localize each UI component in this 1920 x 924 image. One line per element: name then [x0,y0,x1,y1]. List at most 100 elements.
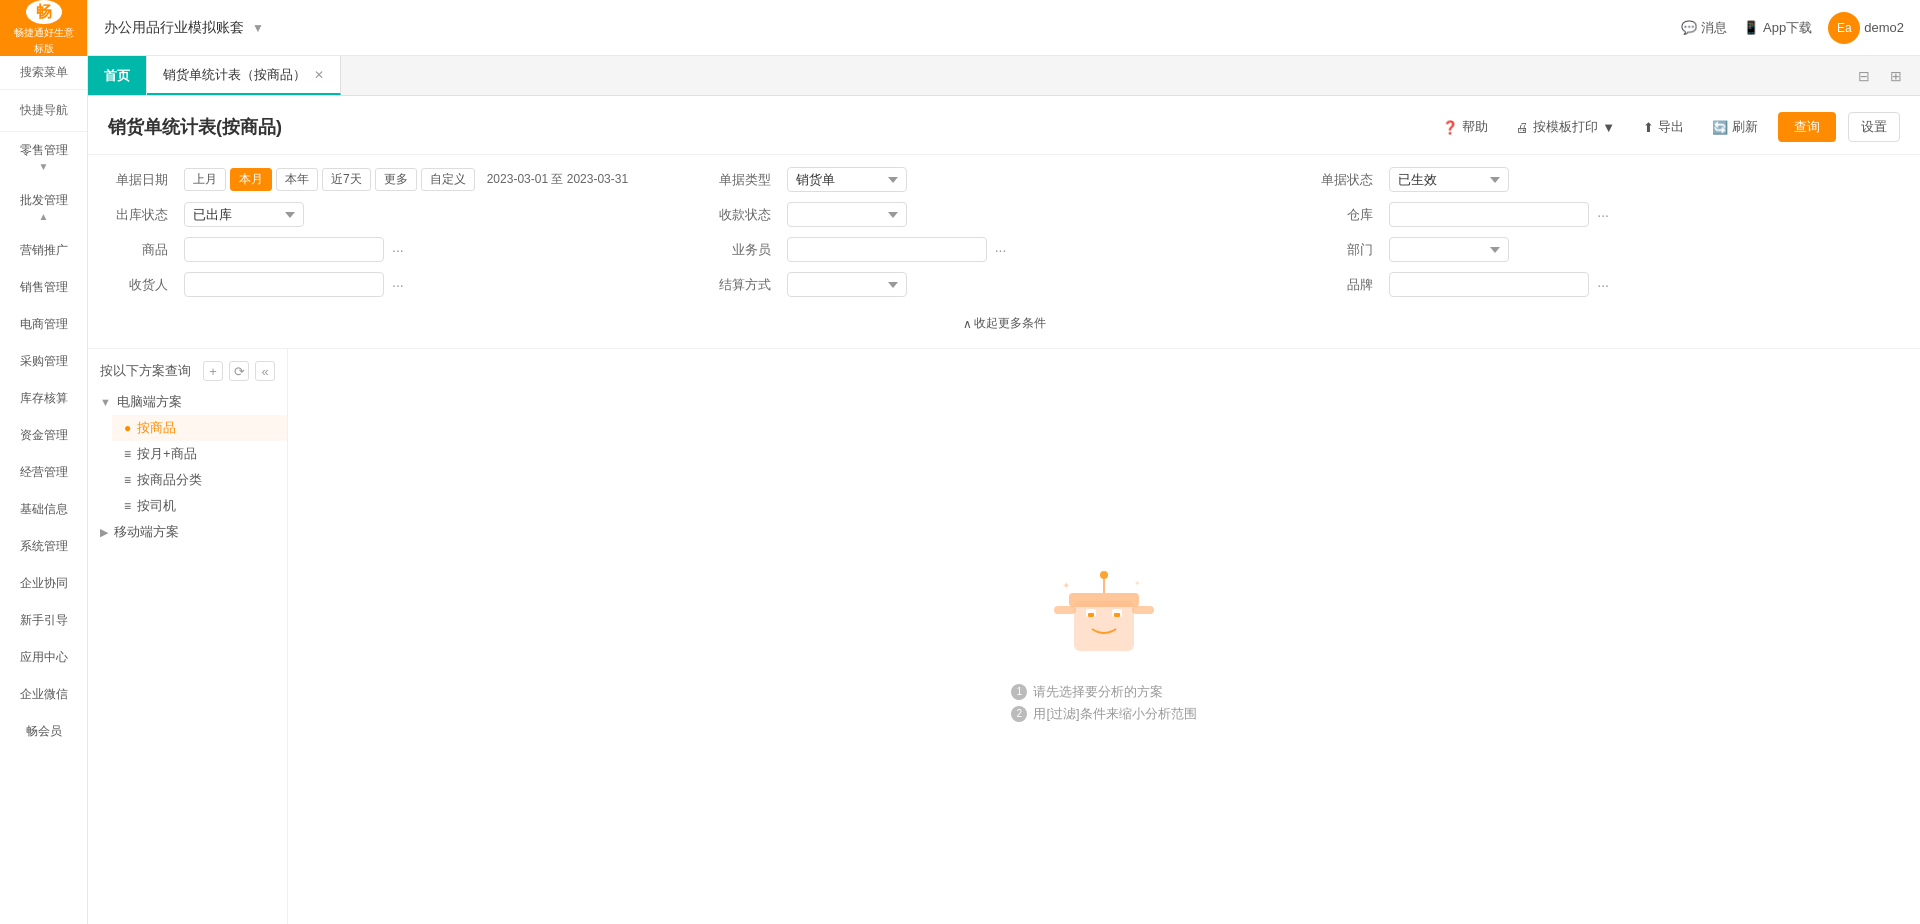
logo-char: 畅 [36,2,52,23]
tab-maximize-btn[interactable]: ⊞ [1884,64,1908,88]
out-status-select[interactable]: 已出库 [184,202,304,227]
help-btn[interactable]: ❓ 帮助 [1434,114,1496,140]
goods-more-icon[interactable]: ··· [392,242,404,258]
tree-group-mobile[interactable]: ▶ 移动端方案 [88,519,287,545]
sidebar-item-appcenter[interactable]: 应用中心 [0,639,87,676]
settings-btn[interactable]: 设置 [1848,112,1900,142]
tab-expand-area: ⊟ ⊞ [1840,56,1920,95]
tab-report[interactable]: 销货单统计表（按商品） ✕ [147,56,341,95]
tree-group-pc[interactable]: ▼ 电脑端方案 [88,389,287,415]
scheme-collapse-btn[interactable]: « [255,361,275,381]
type-select[interactable]: 销货单 [787,167,907,192]
staff-control: ··· [787,237,1298,262]
tab-close-icon[interactable]: ✕ [314,68,324,82]
sidebar-item-operations[interactable]: 经营管理 [0,454,87,491]
app-download-label: App下载 [1763,19,1812,37]
retail-arrow: ▼ [39,161,49,172]
staff-more-icon[interactable]: ··· [995,242,1007,258]
receipt-status-select[interactable] [787,202,907,227]
robot-svg: ✦ ✦ [1044,551,1164,671]
user-avatar-btn[interactable]: Ea demo2 [1828,12,1904,44]
tab-home[interactable]: 首页 [88,56,147,95]
warehouse-input[interactable] [1389,202,1589,227]
consignee-control: ··· [184,272,695,297]
date-btn-custom[interactable]: 自定义 [421,168,475,191]
sidebar-item-corpwechat[interactable]: 企业微信 [0,676,87,713]
sidebar-search-section: 搜索菜单 [0,56,87,90]
app-download-btn[interactable]: 📱 App下载 [1743,19,1812,37]
status-select[interactable]: 已生效 [1389,167,1509,192]
svg-rect-0 [1074,601,1134,651]
sidebar-item-system[interactable]: 系统管理 [0,528,87,565]
date-btn-7days[interactable]: 近7天 [322,168,371,191]
date-btn-thisyear[interactable]: 本年 [276,168,318,191]
sidebar-item-sales[interactable]: 销售管理 [0,269,87,306]
scheme-add-btn[interactable]: + [203,361,223,381]
brand-input[interactable] [1389,272,1589,297]
sidebar-item-enterprise[interactable]: 企业协同 [0,565,87,602]
sidebar-item-newbie[interactable]: 新手引导 [0,602,87,639]
enterprise-label: 企业协同 [20,575,68,592]
inventory-label: 库存核算 [20,390,68,407]
svg-rect-6 [1054,606,1076,614]
date-control: 上月 本月 本年 近7天 更多 自定义 2023-03-01 至 2023-03… [184,168,695,191]
active-icon: ● [124,421,131,435]
tree-item-by-month-goods[interactable]: ≡ 按月+商品 [112,441,287,467]
export-btn[interactable]: ⬆ 导出 [1635,114,1692,140]
dept-control [1389,237,1900,262]
consignee-label: 收货人 [108,276,168,294]
consignee-input[interactable] [184,272,384,297]
collapse-btn[interactable]: ∧ 收起更多条件 [963,315,1046,332]
dept-select[interactable] [1389,237,1509,262]
sidebar-item-ecommerce[interactable]: 电商管理 [0,306,87,343]
date-btn-thismonth[interactable]: 本月 [230,168,272,191]
empty-illustration: ✦ ✦ [1044,551,1164,671]
sales-label: 销售管理 [20,279,68,296]
pc-group-label: 电脑端方案 [117,393,182,411]
workspace-dropdown-icon[interactable]: ▼ [252,21,264,35]
scheme-refresh-btn[interactable]: ⟳ [229,361,249,381]
tree-item-by-goods[interactable]: ● 按商品 [112,415,287,441]
category-icon: ≡ [124,473,131,487]
tree-item-by-driver[interactable]: ≡ 按司机 [112,493,287,519]
quicknav-label[interactable]: 快捷导航 [0,96,87,125]
print-dropdown-icon: ▼ [1602,120,1615,135]
empty-text: 1 请先选择要分析的方案 2 用[过滤]条件来缩小分析范围 [1011,683,1196,723]
sidebar-item-finance[interactable]: 资金管理 [0,417,87,454]
svg-rect-7 [1132,606,1154,614]
date-btn-more[interactable]: 更多 [375,168,417,191]
mobile-group-arrow: ▶ [100,526,108,539]
sidebar-item-purchase[interactable]: 采购管理 [0,343,87,380]
sidebar-item-marketing[interactable]: 营销推广 [0,232,87,269]
sidebar-item-retail[interactable]: 零售管理 ▼ [0,132,87,182]
sidebar-item-basic[interactable]: 基础信息 [0,491,87,528]
out-status-control: 已出库 [184,202,695,227]
goods-input[interactable] [184,237,384,262]
logo-icon: 畅 [26,0,62,24]
print-label: 按模板打印 [1533,118,1598,136]
search-menu-label[interactable]: 搜索菜单 [12,64,75,81]
staff-input[interactable] [787,237,987,262]
print-btn[interactable]: 🖨 按模板打印 ▼ [1508,114,1623,140]
refresh-icon: 🔄 [1712,120,1728,135]
sidebar-item-inventory[interactable]: 库存核算 [0,380,87,417]
receipt-status-label: 收款状态 [711,206,771,224]
query-btn[interactable]: 查询 [1778,112,1836,142]
sidebar-item-wholesale[interactable]: 批发管理 ▲ [0,182,87,232]
warehouse-more-icon[interactable]: ··· [1597,207,1609,223]
date-btn-lastmonth[interactable]: 上月 [184,168,226,191]
tree-item-by-category[interactable]: ≡ 按商品分类 [112,467,287,493]
tab-minimize-btn[interactable]: ⊟ [1852,64,1876,88]
message-btn[interactable]: 💬 消息 [1681,19,1727,37]
tabbar: 首页 销货单统计表（按商品） ✕ ⊟ ⊞ [88,56,1920,96]
consignee-more-icon[interactable]: ··· [392,277,404,293]
basic-label: 基础信息 [20,501,68,518]
step2-num: 2 [1011,706,1027,722]
collapse-label: 收起更多条件 [974,315,1046,332]
payment-select[interactable] [787,272,907,297]
driver-icon: ≡ [124,499,131,513]
refresh-btn[interactable]: 🔄 刷新 [1704,114,1766,140]
sidebar-item-member[interactable]: 畅会员 [0,713,87,750]
brand-more-icon[interactable]: ··· [1597,277,1609,293]
logo[interactable]: 畅 畅捷通好生意 标版 [0,0,87,56]
